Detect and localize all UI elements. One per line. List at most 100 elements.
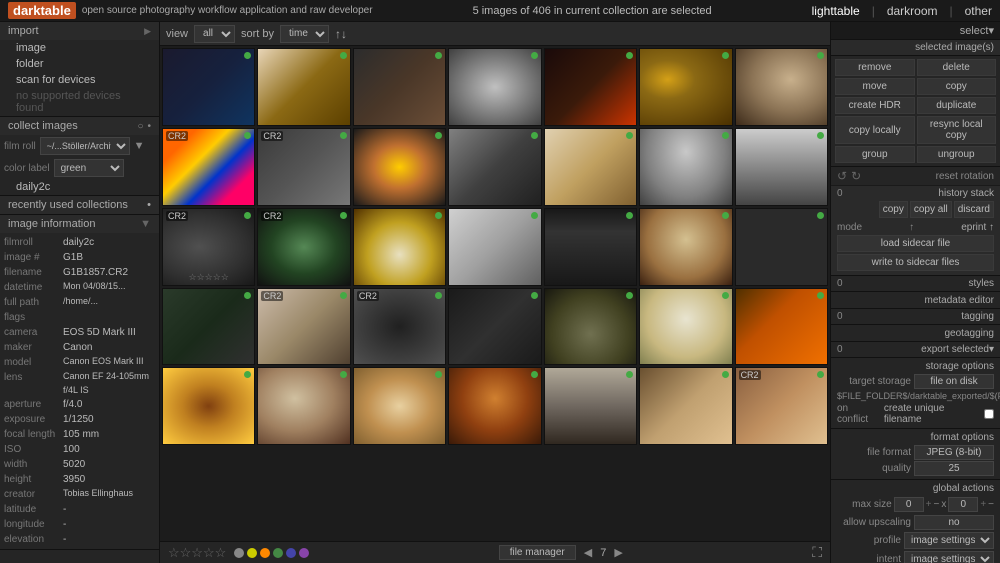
color-dot-purple[interactable] (299, 548, 309, 558)
color-dot-green[interactable] (273, 548, 283, 558)
film-roll-select[interactable]: ~/...Stöller/Archiv/daily2c (40, 137, 130, 155)
group-button[interactable]: group (835, 146, 915, 163)
thumbnail-11[interactable] (448, 128, 541, 206)
history-copy-all-button[interactable]: copy all (910, 201, 952, 218)
bottom-arrow-right[interactable]: ▶ (614, 546, 622, 559)
thumbnail-22[interactable] (162, 288, 255, 366)
max-size-h-input[interactable] (948, 497, 978, 512)
thumbnail-10[interactable] (353, 128, 446, 206)
thumbnail-24[interactable]: CR2 (353, 288, 446, 366)
file-format-value[interactable]: JPEG (8-bit) (914, 445, 994, 460)
ungroup-button[interactable]: ungroup (917, 146, 997, 163)
thumbnail-18[interactable] (448, 208, 541, 286)
thumbnail-12[interactable] (544, 128, 637, 206)
copy-locally-button[interactable]: copy locally (835, 116, 915, 144)
sort-select[interactable]: time (280, 25, 329, 43)
bottom-arrow-left[interactable]: ◀ (584, 546, 592, 559)
thumbnail-26[interactable] (544, 288, 637, 366)
copy-button[interactable]: copy (917, 78, 997, 95)
duplicate-button[interactable]: duplicate (917, 97, 997, 114)
sort-arrows[interactable]: ↑↓ (335, 27, 347, 41)
color-label-select[interactable]: green (54, 159, 124, 177)
remove-button[interactable]: remove (835, 59, 915, 76)
import-header[interactable]: import ▶ (0, 22, 159, 40)
styles-num: 0 (837, 278, 843, 289)
sidebar-item-scan[interactable]: scan for devices (0, 72, 159, 88)
collect-icon-circle[interactable]: ○ (137, 121, 143, 132)
thumbnail-3[interactable] (353, 48, 446, 126)
history-discard-button[interactable]: discard (954, 201, 994, 218)
thumbnail-9[interactable]: CR2 (257, 128, 350, 206)
sidebar-item-folder[interactable]: folder (0, 56, 159, 72)
thumbnail-33[interactable] (544, 367, 637, 445)
color-dot-orange[interactable] (260, 548, 270, 558)
thumbnail-21[interactable] (735, 208, 828, 286)
thumbnail-13[interactable] (639, 128, 732, 206)
image-info-collapse[interactable]: ▼ (140, 218, 151, 230)
collect-icon-dot[interactable]: • (147, 121, 151, 132)
history-append-icon[interactable]: ↑ (909, 222, 914, 233)
on-conflict-checkbox[interactable] (984, 409, 994, 419)
tagging-row: 0 tagging (837, 311, 994, 322)
create-hdr-button[interactable]: create HDR (835, 97, 915, 114)
rotate-left-icon[interactable]: ↺ (837, 169, 847, 183)
thumbnail-28[interactable] (735, 288, 828, 366)
file-manager-button[interactable]: file manager (499, 545, 576, 560)
fullscreen-icon[interactable]: ⛶ (812, 544, 822, 560)
thumbnail-30[interactable] (257, 367, 350, 445)
nav-lighttable[interactable]: lighttable (812, 4, 860, 18)
allow-upscaling-value[interactable]: no (914, 515, 994, 530)
rotate-right-icon[interactable]: ↻ (851, 169, 861, 183)
thumbnail-29[interactable] (162, 367, 255, 445)
nav-other[interactable]: other (965, 4, 992, 18)
thumbnail-31[interactable] (353, 367, 446, 445)
thumbnail-17[interactable] (353, 208, 446, 286)
bottom-center: file manager ◀ 7 ▶ (499, 545, 623, 560)
nav-darkroom[interactable]: darkroom (887, 4, 938, 18)
thumbnail-25[interactable] (448, 288, 541, 366)
thumbnail-7[interactable] (735, 48, 828, 126)
profile-select[interactable]: image settings (904, 532, 994, 549)
thumbnail-34[interactable] (639, 367, 732, 445)
sidebar-item-image[interactable]: image (0, 40, 159, 56)
thumbnail-16[interactable]: CR2 (257, 208, 350, 286)
thumbnail-1[interactable] (162, 48, 255, 126)
intent-select[interactable]: image settings (904, 551, 994, 563)
thumbnail-8[interactable]: CR2 (162, 128, 255, 206)
color-dot-blue[interactable] (286, 548, 296, 558)
thumbnail-14[interactable] (735, 128, 828, 206)
thumbnail-2[interactable] (257, 48, 350, 126)
view-select[interactable]: all (194, 25, 235, 43)
quality-value[interactable]: 25 (914, 461, 994, 476)
recently-used-section: recently used collections • (0, 196, 159, 215)
info-filmroll: filmrolldaily2c (4, 235, 155, 250)
thumbnail-grid[interactable]: CR2 CR2 CR2 (160, 46, 830, 541)
color-dot-yellow[interactable] (247, 548, 257, 558)
recently-used-header[interactable]: recently used collections • (0, 196, 159, 214)
thumbnail-20[interactable] (639, 208, 732, 286)
thumbnail-15[interactable]: CR2 ☆☆☆☆☆ (162, 208, 255, 286)
thumbnail-32[interactable] (448, 367, 541, 445)
thumbnail-27[interactable] (639, 288, 732, 366)
resync-button[interactable]: resync local copy (917, 116, 997, 144)
target-storage-value[interactable]: file on disk (914, 374, 994, 389)
thumbnail-23[interactable]: CR2 (257, 288, 350, 366)
collection-name[interactable]: daily2c (0, 179, 159, 195)
select-button[interactable]: select▾ (960, 24, 994, 37)
thumbnail-4[interactable] (448, 48, 541, 126)
color-dot-grey[interactable] (234, 548, 244, 558)
export-selected-label[interactable]: export selected▾ (921, 344, 994, 355)
move-button[interactable]: move (835, 78, 915, 95)
thumb-dot-28 (817, 292, 824, 299)
star-rating[interactable]: ☆☆☆☆☆ (168, 545, 226, 561)
thumbnail-35[interactable]: CR2 (735, 367, 828, 445)
thumbnail-19[interactable] (544, 208, 637, 286)
thumbnail-6[interactable] (639, 48, 732, 126)
history-copy-button[interactable]: copy (879, 201, 908, 218)
load-sidecar-button[interactable]: load sidecar file (837, 235, 994, 252)
write-sidecar-button[interactable]: write to sidecar files (837, 254, 994, 271)
film-roll-arrow[interactable]: ▼ (134, 140, 145, 152)
max-size-w-input[interactable] (894, 497, 924, 512)
delete-button[interactable]: delete (917, 59, 997, 76)
thumbnail-5[interactable] (544, 48, 637, 126)
